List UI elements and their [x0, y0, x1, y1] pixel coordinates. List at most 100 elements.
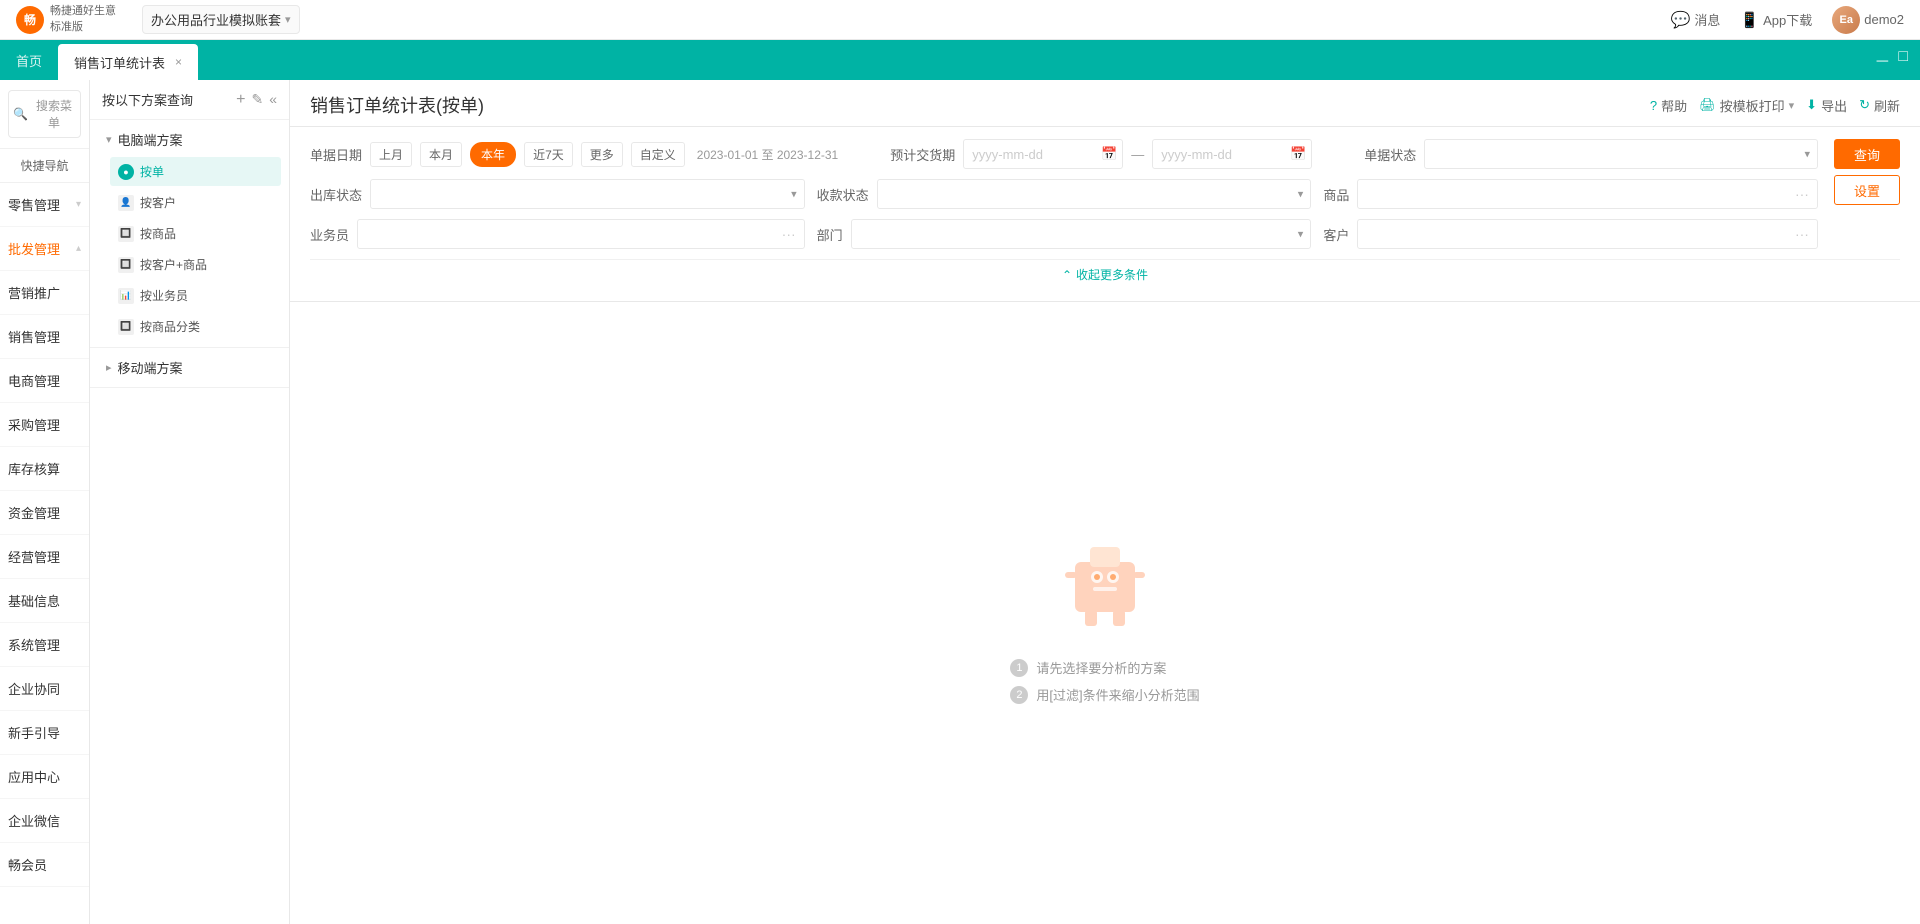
- end-date-input[interactable]: [1152, 139, 1312, 169]
- main-layout: 🔍 搜索菜单 快捷导航 零售管理 ▾ 批发管理 ▴ 营销推广 销售管理 电商管: [0, 80, 1920, 924]
- goods-icon: 🔲: [118, 226, 134, 242]
- tree-item-by-category[interactable]: 🔲 按商品分类: [110, 312, 281, 341]
- filter-fields: 单据日期 上月 本月 本年 近7天: [310, 139, 1818, 249]
- app-download-btn[interactable]: 📱 App下载: [1740, 10, 1812, 29]
- action-buttons: 查询 设置: [1834, 139, 1900, 205]
- goods-group: 商品 ···: [1323, 179, 1818, 209]
- tab-home[interactable]: 首页: [0, 40, 58, 80]
- tree-collapsed-icon: ▸: [106, 361, 112, 374]
- search-menu-btn[interactable]: 🔍 搜索菜单: [8, 90, 81, 138]
- date-range-display: 2023-01-01 至 2023-12-31: [697, 146, 838, 163]
- query-btn[interactable]: 查询: [1834, 139, 1900, 169]
- sidebar-item-ecommerce[interactable]: 电商管理: [0, 359, 89, 403]
- user-avatar: Ea: [1832, 6, 1860, 34]
- date-btn-last-month[interactable]: 上月: [370, 142, 412, 167]
- customer-group: 客户 ···: [1323, 219, 1818, 249]
- sidebar-item-wechat[interactable]: 企业微信: [0, 799, 89, 843]
- sidebar-item-base[interactable]: 基础信息: [0, 579, 89, 623]
- tab-bar: 首页 销售订单统计表 × － □: [0, 40, 1920, 80]
- date-filter-group: 单据日期 上月 本月 本年 近7天: [310, 142, 838, 167]
- empty-hint-1: 1 请先选择要分析的方案: [1010, 658, 1199, 677]
- print-btn[interactable]: 🖨 按模板打印 ▾: [1699, 96, 1794, 115]
- start-date-input[interactable]: [963, 139, 1123, 169]
- sidebar-item-purchase[interactable]: 采购管理: [0, 403, 89, 447]
- date-btn-7days[interactable]: 近7天: [524, 142, 573, 167]
- tab-maximize-btn[interactable]: □: [1898, 48, 1908, 72]
- tab-active[interactable]: 销售订单统计表 ×: [58, 44, 198, 80]
- tree-item-by-order[interactable]: ● 按单: [110, 157, 281, 186]
- collapse-bar[interactable]: ⌃ 收起更多条件: [310, 259, 1900, 289]
- tab-minimize-btn[interactable]: －: [1874, 48, 1890, 72]
- date-btn-this-month[interactable]: 本月: [420, 142, 462, 167]
- salesperson-label: 业务员: [310, 225, 349, 244]
- empty-hint-2: 2 用[过滤]条件来缩小分析范围: [1010, 685, 1199, 704]
- edit-scheme-btn[interactable]: ✎: [251, 91, 263, 109]
- sidebar-item-enterprise[interactable]: 企业协同: [0, 667, 89, 711]
- workspace-selector[interactable]: 办公用品行业模拟账套 ▾: [142, 5, 300, 34]
- sidebar-search-area: 🔍 搜索菜单: [0, 80, 89, 149]
- order-status-select-container: [1424, 139, 1818, 169]
- sidebar-item-system[interactable]: 系统管理: [0, 623, 89, 667]
- customer-label: 客户: [1323, 225, 1349, 244]
- hint-num-2: 2: [1010, 686, 1028, 704]
- tree-item-by-customer-goods[interactable]: 🔲 按客户+商品: [110, 250, 281, 279]
- salesperson-input-area: ···: [357, 219, 805, 249]
- start-date-wrapper: 📅: [963, 139, 1123, 169]
- start-date-calendar-icon[interactable]: 📅: [1101, 146, 1117, 162]
- tree-item-desktop[interactable]: ▾ 电脑端方案: [90, 124, 289, 155]
- tree-item-by-customer[interactable]: 👤 按客户: [110, 188, 281, 217]
- sidebar-menu: 零售管理 ▾ 批发管理 ▴ 营销推广 销售管理 电商管理 采购管理 库存核算: [0, 183, 89, 924]
- sidebar-item-wholesale[interactable]: 批发管理 ▴: [0, 227, 89, 271]
- payment-status-group: 收款状态: [817, 179, 1312, 209]
- shortcut-nav-btn[interactable]: 快捷导航: [0, 149, 89, 183]
- sidebar-item-sales[interactable]: 销售管理: [0, 315, 89, 359]
- payment-status-select[interactable]: [877, 179, 1312, 209]
- date-btn-more[interactable]: 更多: [581, 142, 623, 167]
- search-icon: 🔍: [13, 107, 28, 121]
- settings-btn[interactable]: 设置: [1834, 175, 1900, 205]
- tab-close-icon[interactable]: ×: [175, 55, 182, 69]
- empty-hints: 1 请先选择要分析的方案 2 用[过滤]条件来缩小分析范围: [1010, 658, 1199, 704]
- message-btn[interactable]: 💬 消息: [1670, 10, 1720, 30]
- date-btn-this-year[interactable]: 本年: [470, 142, 516, 167]
- refresh-btn[interactable]: ↻ 刷新: [1859, 96, 1900, 115]
- end-date-calendar-icon[interactable]: 📅: [1290, 146, 1306, 162]
- order-status-select[interactable]: [1424, 139, 1818, 169]
- sidebar-item-inventory[interactable]: 库存核算: [0, 447, 89, 491]
- sidebar-item-finance[interactable]: 资金管理: [0, 491, 89, 535]
- sidebar-item-apps[interactable]: 应用中心: [0, 755, 89, 799]
- top-bar: 畅 畅捷通好生意 标准版 办公用品行业模拟账套 ▾ 💬 消息 📱 App下载 E…: [0, 0, 1920, 40]
- sidebar-item-member[interactable]: 畅会员: [0, 843, 89, 887]
- payment-status-select-container: [877, 179, 1312, 209]
- user-menu[interactable]: Ea demo2: [1832, 6, 1904, 34]
- sidebar-item-marketing[interactable]: 营销推广: [0, 271, 89, 315]
- logo-area: 畅 畅捷通好生意 标准版: [16, 4, 116, 35]
- delivery-status-select[interactable]: [370, 179, 805, 209]
- chevron-down-icon: ▾: [76, 199, 81, 210]
- sidebar: 🔍 搜索菜单 快捷导航 零售管理 ▾ 批发管理 ▴ 营销推广 销售管理 电商管: [0, 80, 90, 924]
- collapse-panel-btn[interactable]: «: [269, 91, 277, 109]
- date-btn-custom[interactable]: 自定义: [631, 142, 685, 167]
- download-icon: 📱: [1740, 11, 1759, 29]
- tree-item-mobile[interactable]: ▸ 移动端方案: [90, 352, 289, 383]
- tree-children-desktop: ● 按单 👤 按客户 🔲 按商品 🔲 按客户+商品 📊 按业务员: [90, 157, 289, 341]
- customer-more-btn[interactable]: ···: [1795, 226, 1809, 242]
- tree-item-by-goods[interactable]: 🔲 按商品: [110, 219, 281, 248]
- sidebar-item-guide[interactable]: 新手引导: [0, 711, 89, 755]
- sidebar-item-retail[interactable]: 零售管理 ▾: [0, 183, 89, 227]
- message-icon: 💬: [1670, 10, 1690, 30]
- goods-more-btn[interactable]: ···: [1795, 186, 1809, 202]
- print-arrow-icon: ▾: [1789, 99, 1795, 112]
- department-select[interactable]: [851, 219, 1312, 249]
- expected-date-label: 预计交货期: [890, 145, 955, 164]
- export-btn[interactable]: ⬇ 导出: [1806, 96, 1847, 115]
- left-panel-header: 按以下方案查询 + ✎ «: [90, 80, 289, 120]
- help-btn[interactable]: ? 帮助: [1650, 96, 1687, 115]
- top-bar-left: 畅 畅捷通好生意 标准版 办公用品行业模拟账套 ▾: [16, 4, 300, 35]
- expected-date-group: 预计交货期 📅 — 📅: [890, 139, 1312, 169]
- salesperson-more-btn[interactable]: ···: [782, 226, 796, 242]
- sidebar-item-operations[interactable]: 经营管理: [0, 535, 89, 579]
- tree-item-by-salesperson[interactable]: 📊 按业务员: [110, 281, 281, 310]
- filter-row-2: 出库状态 收款状态 商品: [310, 179, 1818, 209]
- add-scheme-btn[interactable]: +: [236, 91, 245, 109]
